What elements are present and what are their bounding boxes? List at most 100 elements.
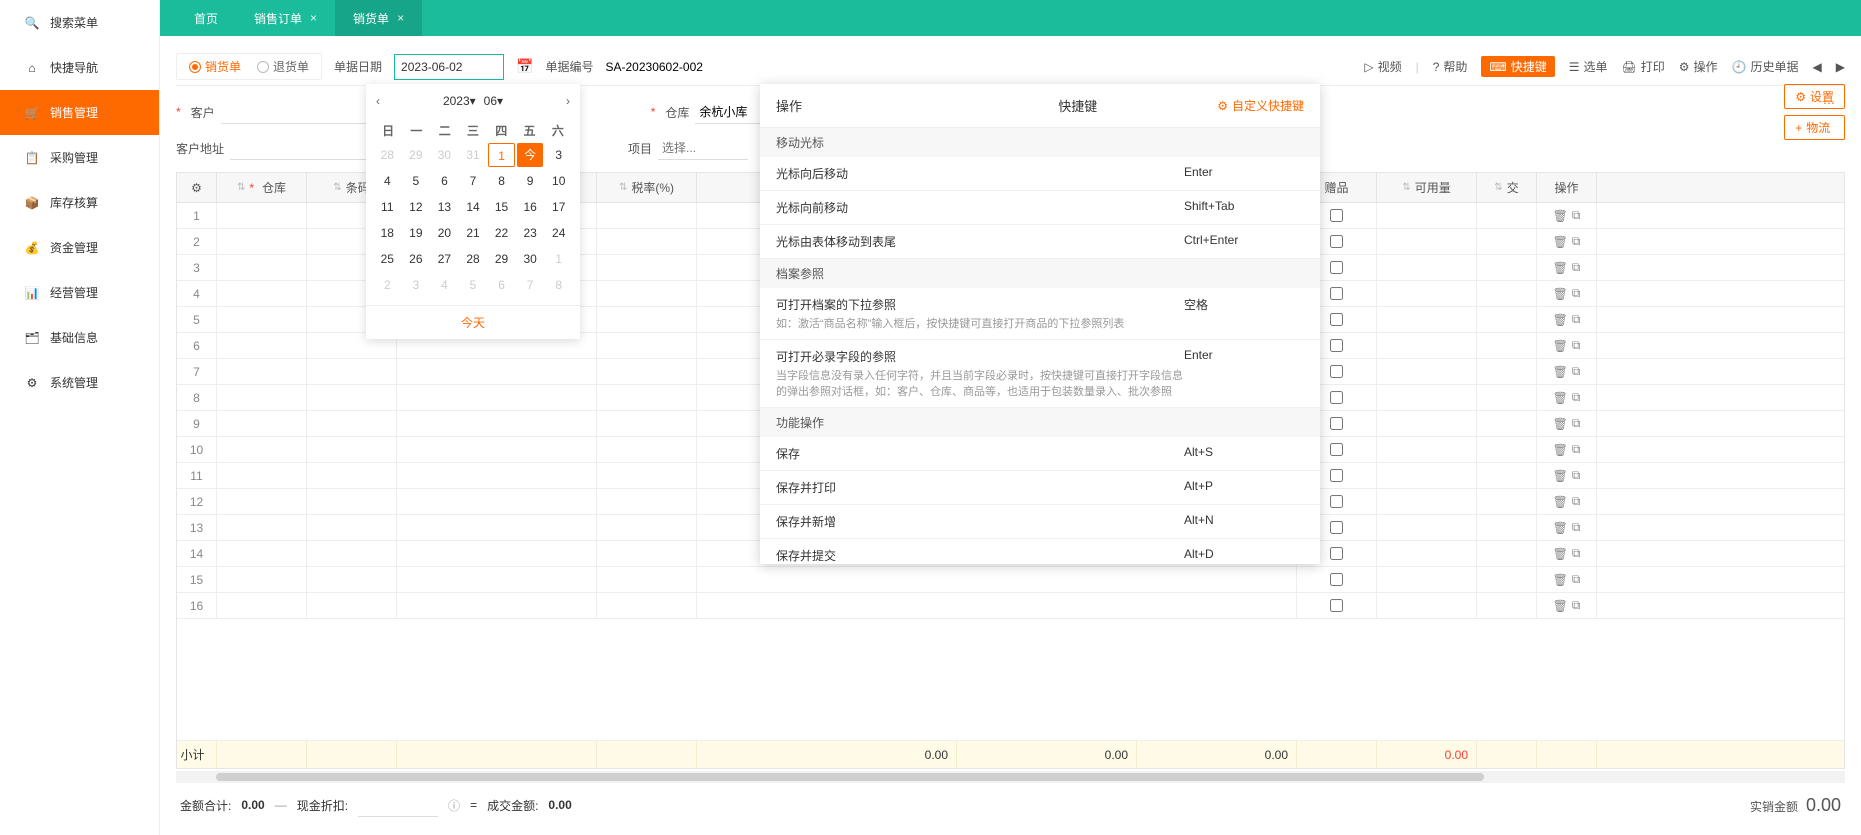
scrollbar-thumb[interactable]	[216, 773, 1484, 781]
day-cell[interactable]: 12	[403, 195, 430, 219]
delete-icon[interactable]: 🗑	[1553, 521, 1568, 535]
sidebar-item-sales[interactable]: 🛒销售管理	[0, 90, 159, 135]
day-cell[interactable]: 29	[403, 143, 430, 167]
day-cell[interactable]: 17	[545, 195, 572, 219]
copy-icon[interactable]: ⧉	[1572, 208, 1581, 223]
sidebar-item-business[interactable]: 📊经营管理	[0, 270, 159, 315]
radio-sale[interactable]: 销货单	[189, 58, 241, 75]
delete-icon[interactable]: 🗑	[1553, 261, 1568, 275]
copy-icon[interactable]: ⧉	[1572, 312, 1581, 327]
delete-icon[interactable]: 🗑	[1553, 209, 1568, 223]
copy-icon[interactable]: ⧉	[1572, 390, 1581, 405]
table-row[interactable]: 16🗑⧉	[177, 593, 1844, 619]
copy-icon[interactable]: ⧉	[1572, 520, 1581, 535]
copy-icon[interactable]: ⧉	[1572, 468, 1581, 483]
day-cell[interactable]: 22	[488, 221, 515, 245]
next-doc-button[interactable]: ▶	[1836, 60, 1845, 74]
close-icon[interactable]: ×	[310, 11, 317, 25]
delete-icon[interactable]: 🗑	[1553, 417, 1568, 431]
sidebar-item-quicknav[interactable]: ⌂快捷导航	[0, 45, 159, 90]
copy-icon[interactable]: ⧉	[1572, 286, 1581, 301]
delete-icon[interactable]: 🗑	[1553, 599, 1568, 613]
gift-checkbox[interactable]	[1330, 469, 1343, 482]
prev-doc-button[interactable]: ◀	[1813, 60, 1822, 74]
day-cell[interactable]: 3	[545, 143, 572, 167]
select-order-button[interactable]: ☰选单	[1569, 58, 1608, 75]
delete-icon[interactable]: 🗑	[1553, 469, 1568, 483]
print-button[interactable]: 🖨打印	[1622, 58, 1665, 75]
col-taxrate[interactable]: ⇅税率(%)	[597, 173, 697, 202]
operate-button[interactable]: ⚙操作	[1679, 58, 1718, 75]
gift-checkbox[interactable]	[1330, 235, 1343, 248]
col-settings[interactable]: ⚙	[177, 173, 217, 202]
gift-checkbox[interactable]	[1330, 365, 1343, 378]
close-icon[interactable]: ×	[397, 11, 404, 25]
copy-icon[interactable]: ⧉	[1572, 364, 1581, 379]
day-cell[interactable]: 30	[517, 247, 544, 271]
day-cell[interactable]: 23	[517, 221, 544, 245]
tab-home[interactable]: 首页	[176, 0, 236, 36]
day-cell[interactable]: 4	[374, 169, 401, 193]
gift-checkbox[interactable]	[1330, 287, 1343, 300]
month-select[interactable]: 06▾	[484, 94, 503, 108]
tab-sales-order[interactable]: 销售订单×	[236, 0, 335, 36]
shortcut-button[interactable]: ⌨快捷键	[1481, 56, 1554, 77]
video-button[interactable]: ▷视频	[1364, 58, 1401, 75]
cash-discount-input[interactable]	[358, 793, 438, 817]
gift-checkbox[interactable]	[1330, 521, 1343, 534]
radio-return[interactable]: 退货单	[257, 58, 309, 75]
day-cell[interactable]: 15	[488, 195, 515, 219]
gift-checkbox[interactable]	[1330, 313, 1343, 326]
table-row[interactable]: 15🗑⧉	[177, 567, 1844, 593]
day-cell[interactable]: 7	[517, 273, 544, 297]
day-cell[interactable]: 27	[431, 247, 458, 271]
delete-icon[interactable]: 🗑	[1553, 547, 1568, 561]
day-cell[interactable]: 30	[431, 143, 458, 167]
gift-checkbox[interactable]	[1330, 547, 1343, 560]
gift-checkbox[interactable]	[1330, 209, 1343, 222]
day-cell[interactable]: 8	[545, 273, 572, 297]
copy-icon[interactable]: ⧉	[1572, 260, 1581, 275]
day-cell[interactable]: 24	[545, 221, 572, 245]
delete-icon[interactable]: 🗑	[1553, 495, 1568, 509]
day-cell[interactable]: 4	[431, 273, 458, 297]
copy-icon[interactable]: ⧉	[1572, 546, 1581, 561]
day-cell[interactable]: 28	[460, 247, 487, 271]
day-cell[interactable]: 18	[374, 221, 401, 245]
delete-icon[interactable]: 🗑	[1553, 391, 1568, 405]
day-cell[interactable]: 29	[488, 247, 515, 271]
help-icon[interactable]: ⓘ	[448, 797, 460, 814]
day-cell[interactable]: 1	[488, 143, 515, 167]
delete-icon[interactable]: 🗑	[1553, 573, 1568, 587]
delete-icon[interactable]: 🗑	[1553, 313, 1568, 327]
copy-icon[interactable]: ⧉	[1572, 572, 1581, 587]
day-cell[interactable]: 13	[431, 195, 458, 219]
col-warehouse[interactable]: ⇅*仓库	[217, 173, 307, 202]
date-input[interactable]	[394, 54, 504, 80]
day-cell[interactable]: 14	[460, 195, 487, 219]
col-available[interactable]: ⇅可用量	[1377, 173, 1477, 202]
day-cell[interactable]: 16	[517, 195, 544, 219]
day-cell[interactable]: 10	[545, 169, 572, 193]
gift-checkbox[interactable]	[1330, 391, 1343, 404]
day-cell[interactable]: 31	[460, 143, 487, 167]
copy-icon[interactable]: ⧉	[1572, 234, 1581, 249]
delete-icon[interactable]: 🗑	[1553, 365, 1568, 379]
sidebar-item-purchase[interactable]: 📋采购管理	[0, 135, 159, 180]
delete-icon[interactable]: 🗑	[1553, 235, 1568, 249]
day-cell[interactable]: 3	[403, 273, 430, 297]
day-cell[interactable]: 6	[488, 273, 515, 297]
copy-icon[interactable]: ⧉	[1572, 442, 1581, 457]
col-delivery[interactable]: ⇅交	[1477, 173, 1537, 202]
day-cell[interactable]: 7	[460, 169, 487, 193]
day-cell[interactable]: 5	[460, 273, 487, 297]
day-cell[interactable]: 1	[545, 247, 572, 271]
gift-checkbox[interactable]	[1330, 495, 1343, 508]
copy-icon[interactable]: ⧉	[1572, 338, 1581, 353]
delete-icon[interactable]: 🗑	[1553, 339, 1568, 353]
day-cell[interactable]: 5	[403, 169, 430, 193]
day-cell[interactable]: 25	[374, 247, 401, 271]
customize-shortcuts-button[interactable]: ⚙自定义快捷键	[1217, 97, 1304, 114]
project-input[interactable]	[658, 136, 748, 160]
day-cell[interactable]: 26	[403, 247, 430, 271]
